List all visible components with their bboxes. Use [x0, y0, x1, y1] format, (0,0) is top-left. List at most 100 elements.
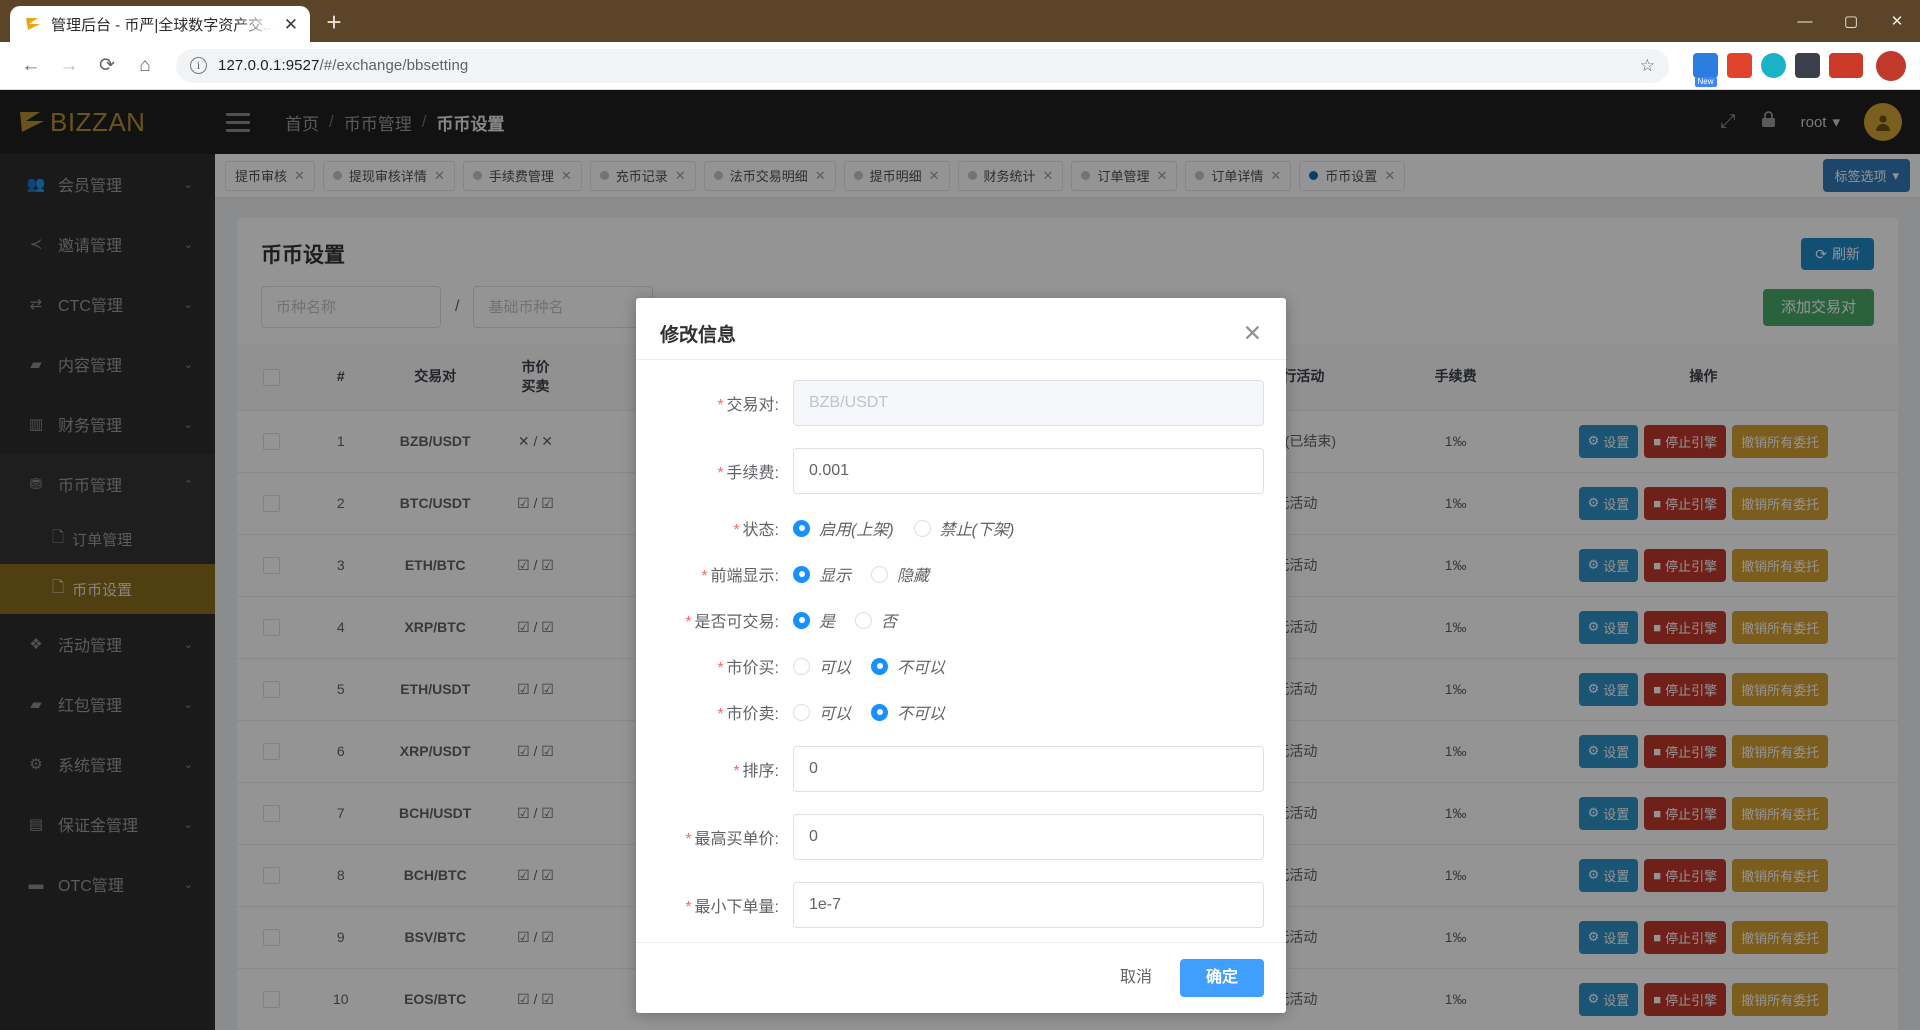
extensions-area: New — [1683, 51, 1906, 81]
browser-window: 管理后台 - 币严|全球数字资产交... ✕ + — ▢ ✕ ← → ⟳ ⌂ i… — [0, 0, 1920, 1030]
window-close-button[interactable]: ✕ — [1874, 0, 1920, 42]
radio-dot-icon — [855, 612, 872, 629]
frontend-radio-show[interactable]: 显示 — [793, 562, 851, 586]
extension-new-badge: New — [1694, 77, 1716, 87]
status-label: *状态: — [658, 516, 793, 540]
profile-avatar[interactable] — [1876, 51, 1906, 81]
tab-close-icon[interactable]: ✕ — [284, 16, 298, 33]
market-sell-radio-allow[interactable]: 可以 — [793, 700, 851, 724]
sort-label-text: 排序: — [743, 763, 779, 780]
maximize-button[interactable]: ▢ — [1828, 0, 1874, 42]
radio-dot-icon — [793, 658, 810, 675]
field-row-frontend: *前端显示: 显示 隐藏 — [658, 562, 1264, 586]
tradable-label-text: 是否可交易: — [695, 614, 779, 631]
admin-app: BIZZAN 首页 / 币币管理 / 币币设置 ⤢ — [0, 90, 1920, 1030]
minimize-button[interactable]: — — [1782, 0, 1828, 42]
required-mark: * — [733, 522, 739, 539]
field-row-market-sell: *市价卖: 可以 不可以 — [658, 700, 1264, 724]
market-buy-allow-label: 可以 — [819, 654, 851, 678]
tradable-no-label: 否 — [881, 608, 897, 632]
status-disabled-label: 禁止(下架) — [940, 516, 1015, 540]
radio-dot-icon — [793, 520, 810, 537]
status-enabled-label: 启用(上架) — [819, 516, 894, 540]
market-buy-radio-deny[interactable]: 不可以 — [871, 654, 945, 678]
frontend-label-text: 前端显示: — [711, 568, 779, 585]
max-buy-price-input[interactable] — [793, 814, 1264, 860]
frontend-hide-label: 隐藏 — [897, 562, 929, 586]
extension-icon-red[interactable] — [1727, 53, 1752, 78]
fee-label: *手续费: — [658, 459, 793, 483]
market-buy-radio-group: 可以 不可以 — [793, 654, 1264, 678]
dialog-body: *交易对: *手续费: *状态: — [636, 359, 1286, 942]
field-row-fee: *手续费: — [658, 448, 1264, 494]
max-buy-label: *最高买单价: — [658, 825, 793, 849]
sort-control — [793, 746, 1264, 792]
browser-toolbar: ← → ⟳ ⌂ i 127.0.0.1:9527/#/exchange/bbse… — [0, 42, 1920, 90]
field-row-tradable: *是否可交易: 是 否 — [658, 608, 1264, 632]
market-sell-radio-deny[interactable]: 不可以 — [871, 700, 945, 724]
browser-tab-strip: 管理后台 - 币严|全球数字资产交... ✕ + — ▢ ✕ — [0, 0, 1920, 42]
confirm-button[interactable]: 确定 — [1180, 959, 1264, 997]
status-radio-disabled[interactable]: 禁止(下架) — [914, 516, 1015, 540]
min-order-amount-input[interactable] — [793, 882, 1264, 928]
sort-label: *排序: — [658, 757, 793, 781]
close-icon[interactable]: ✕ — [1243, 322, 1262, 345]
status-label-text: 状态: — [743, 522, 779, 539]
market-sell-label: *市价卖: — [658, 700, 793, 724]
required-mark: * — [717, 465, 723, 482]
tradable-yes-label: 是 — [819, 608, 835, 632]
new-tab-button[interactable]: + — [316, 4, 352, 40]
home-icon[interactable]: ⌂ — [128, 49, 162, 83]
pair-label: *交易对: — [658, 391, 793, 415]
tradable-radio-yes[interactable]: 是 — [793, 608, 835, 632]
edit-info-dialog: 修改信息 ✕ *交易对: *手续费: — [636, 298, 1286, 1013]
back-icon[interactable]: ← — [14, 49, 48, 83]
market-sell-deny-label: 不可以 — [897, 700, 945, 724]
pair-input — [793, 380, 1264, 426]
max-buy-control — [793, 814, 1264, 860]
market-buy-deny-label: 不可以 — [897, 654, 945, 678]
radio-dot-icon — [793, 566, 810, 583]
required-mark: * — [685, 899, 691, 916]
min-order-label-text: 最小下单量: — [695, 899, 779, 916]
fee-label-text: 手续费: — [727, 465, 779, 482]
address-bar[interactable]: i 127.0.0.1:9527/#/exchange/bbsetting ☆ — [176, 49, 1669, 83]
status-radio-enabled[interactable]: 启用(上架) — [793, 516, 894, 540]
bookmark-star-icon[interactable]: ☆ — [1640, 56, 1655, 76]
radio-dot-icon — [871, 566, 888, 583]
extension-icon-cyan[interactable] — [1761, 53, 1786, 78]
frontend-show-label: 显示 — [819, 562, 851, 586]
frontend-radio-hide[interactable]: 隐藏 — [871, 562, 929, 586]
extension-icon-dark[interactable] — [1795, 53, 1820, 78]
market-buy-label: *市价买: — [658, 654, 793, 678]
reload-icon[interactable]: ⟳ — [90, 49, 124, 83]
address-bar-url: 127.0.0.1:9527/#/exchange/bbsetting — [218, 57, 468, 74]
required-mark: * — [685, 831, 691, 848]
radio-dot-icon — [793, 612, 810, 629]
cancel-button[interactable]: 取消 — [1106, 960, 1166, 996]
fee-input[interactable] — [793, 448, 1264, 494]
url-path: /#/exchange/bbsetting — [320, 57, 469, 74]
frontend-radio-group: 显示 隐藏 — [793, 562, 1264, 586]
sort-input[interactable] — [793, 746, 1264, 792]
dialog-title: 修改信息 — [660, 320, 736, 347]
extension-icon-blue[interactable]: New — [1693, 53, 1718, 78]
site-favicon-icon — [24, 15, 42, 33]
tradable-radio-no[interactable]: 否 — [855, 608, 897, 632]
market-buy-label-text: 市价买: — [727, 660, 779, 677]
window-controls: — ▢ ✕ — [1782, 0, 1920, 42]
field-row-sort: *排序: — [658, 746, 1264, 792]
browser-tab[interactable]: 管理后台 - 币严|全球数字资产交... ✕ — [10, 6, 310, 42]
extension-icon-tool[interactable] — [1829, 53, 1863, 78]
tradable-label: *是否可交易: — [658, 608, 793, 632]
status-radio-group: 启用(上架) 禁止(下架) — [793, 516, 1264, 540]
browser-tab-title: 管理后台 - 币严|全球数字资产交... — [51, 14, 275, 35]
site-info-icon[interactable]: i — [190, 57, 207, 74]
market-sell-allow-label: 可以 — [819, 700, 851, 724]
pair-label-text: 交易对: — [727, 397, 779, 414]
market-buy-radio-allow[interactable]: 可以 — [793, 654, 851, 678]
min-order-label: *最小下单量: — [658, 893, 793, 917]
forward-icon[interactable]: → — [52, 49, 86, 83]
dialog-footer: 取消 确定 — [636, 942, 1286, 1013]
min-order-control — [793, 882, 1264, 928]
